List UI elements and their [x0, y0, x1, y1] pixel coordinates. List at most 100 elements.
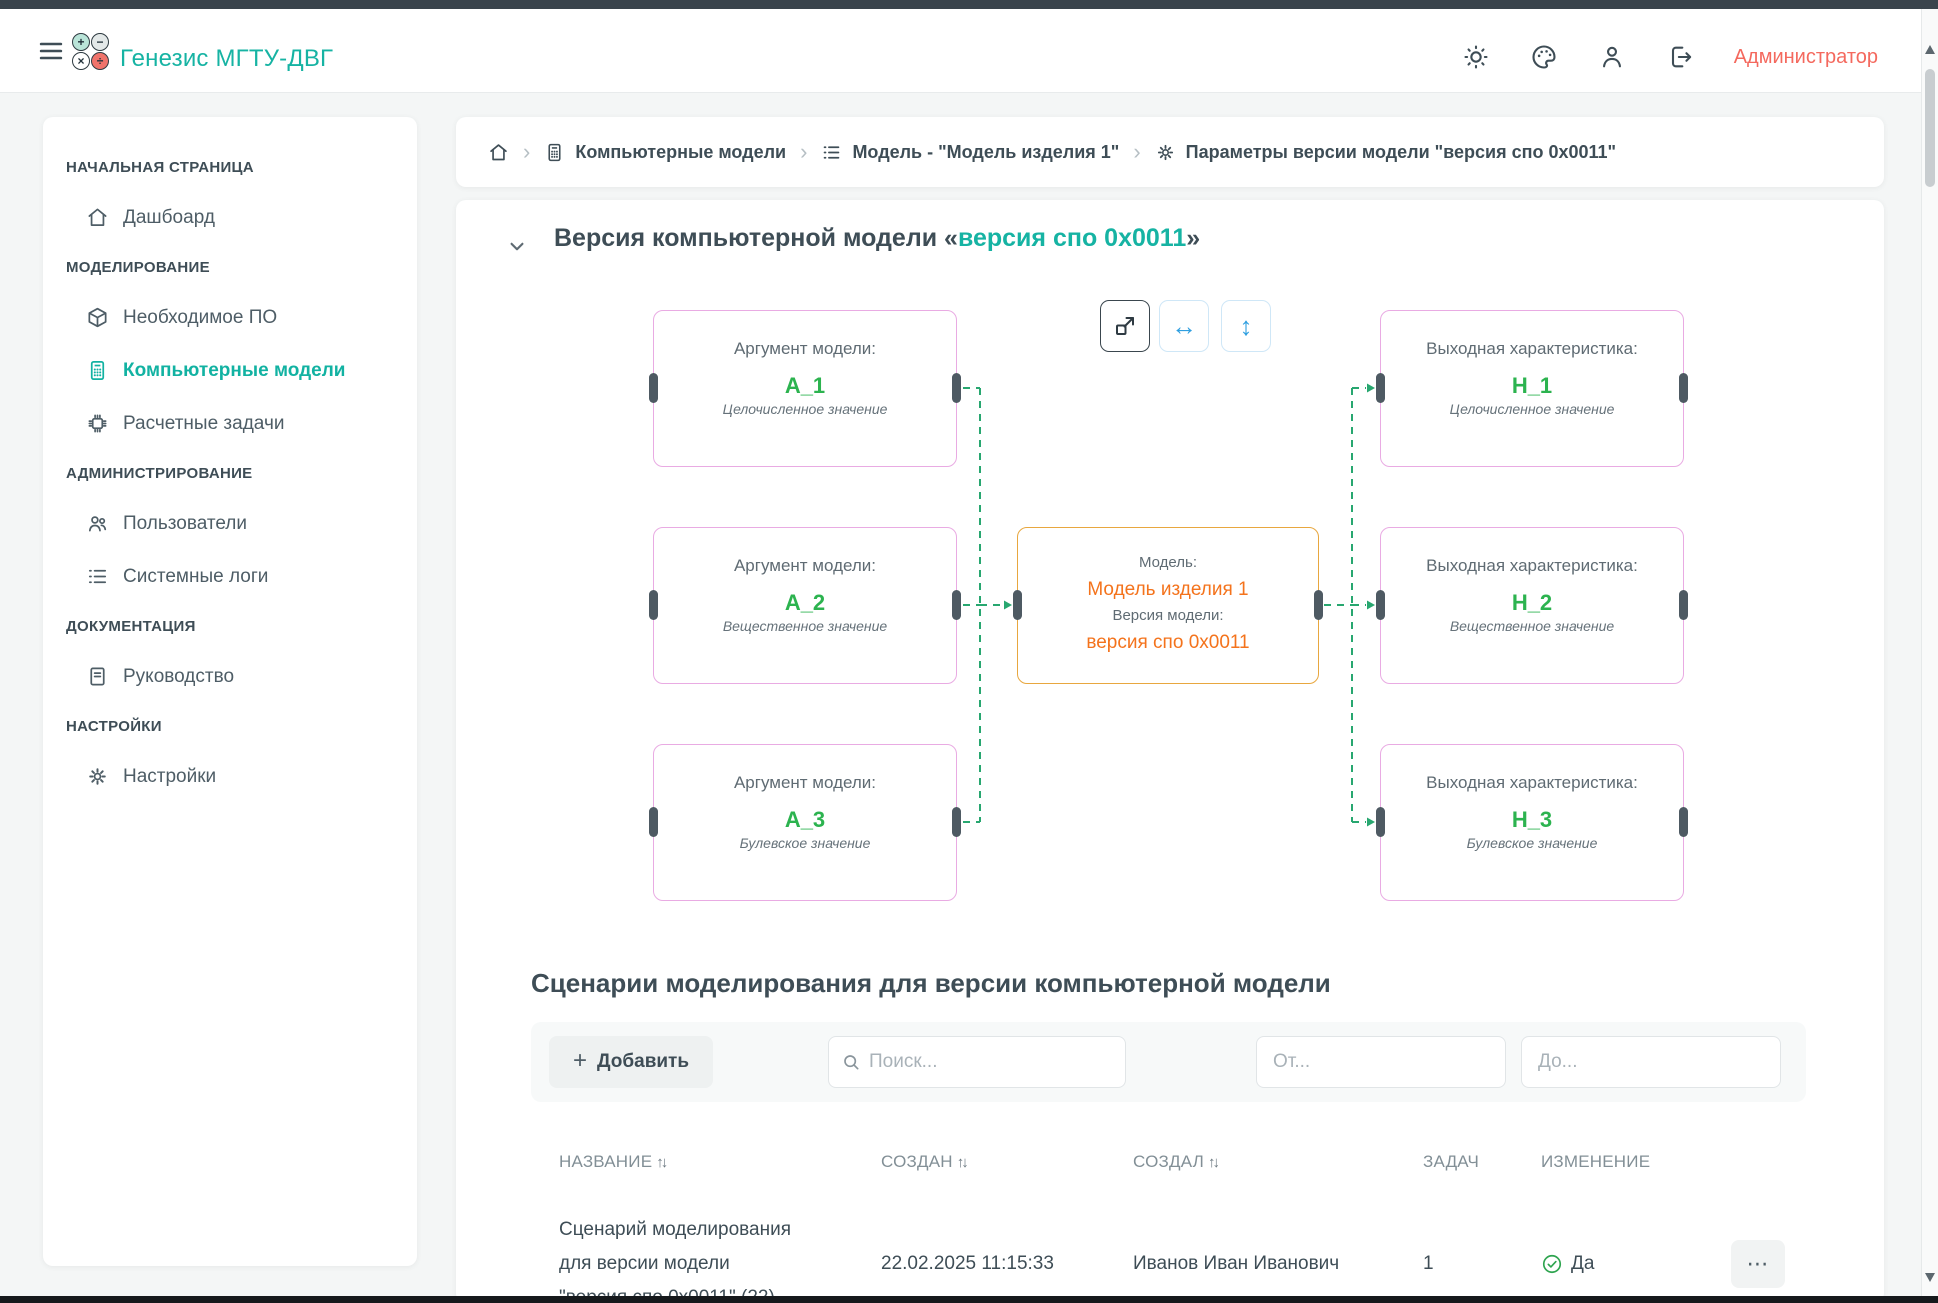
page-title: Версия компьютерной модели «версия спо 0…: [554, 224, 1200, 253]
table-row[interactable]: Сценарий моделирования для версии модели…: [559, 1208, 1806, 1303]
sort-icon[interactable]: ↑↓: [656, 1154, 668, 1171]
scenario-name-cell[interactable]: Сценарий моделирования для версии модели…: [559, 1213, 881, 1303]
node-title: Аргумент модели:: [733, 556, 877, 575]
model-name: Модель изделия 1: [1087, 579, 1249, 600]
sort-icon[interactable]: ↑↓: [1208, 1154, 1220, 1171]
sort-icon[interactable]: ↑↓: [957, 1154, 969, 1171]
node-handle-left[interactable]: [1376, 590, 1385, 620]
node-handle-right[interactable]: [952, 590, 961, 620]
node-title: Выходная характеристика:: [1426, 773, 1638, 792]
model-node[interactable]: Модель: Модель изделия 1 Версия модели: …: [1013, 527, 1323, 684]
scenario-changed-cell: Да: [1541, 1253, 1731, 1275]
node-title: Выходная характеристика:: [1426, 339, 1638, 358]
node-handle-left[interactable]: [649, 373, 658, 403]
sidebar-item-dashboard[interactable]: Дашбоард: [86, 206, 417, 229]
fit-view-button[interactable]: [1100, 300, 1150, 352]
app-bar: + − × ÷ Генезис МГТУ-ДВГ Администратор: [0, 9, 1938, 93]
breadcrumb-computer-models[interactable]: Компьютерные модели: [544, 142, 786, 163]
node-handle-right[interactable]: [1314, 590, 1323, 620]
node-type: Булевское значение: [739, 835, 871, 851]
node-handle-right[interactable]: [1679, 590, 1688, 620]
node-handle-left[interactable]: [1013, 590, 1022, 620]
breadcrumb: › Компьютерные модели › Модель - "Модель…: [456, 117, 1884, 187]
chevron-right-icon: ›: [523, 139, 531, 164]
arrow-horizontal-icon: ↔: [1171, 310, 1197, 341]
vertical-scrollbar[interactable]: [1921, 9, 1938, 1296]
chip-icon: [86, 412, 109, 435]
sidebar-item-settings[interactable]: Настройки: [86, 765, 417, 788]
node-handle-left[interactable]: [1376, 373, 1385, 403]
node-handle-left[interactable]: [649, 807, 658, 837]
output-node-h2[interactable]: Выходная характеристика: H_2 Вещественно…: [1376, 527, 1688, 684]
theme-toggle-icon[interactable]: [1462, 43, 1490, 71]
node-type: Целочисленное значение: [1449, 401, 1615, 417]
node-handle-right[interactable]: [952, 807, 961, 837]
node-name: A_3: [784, 807, 826, 832]
users-icon: [86, 512, 109, 535]
breadcrumb-model[interactable]: Модель - "Модель изделия 1": [821, 142, 1119, 163]
node-handle-right[interactable]: [1679, 807, 1688, 837]
node-name: H_1: [1511, 373, 1553, 398]
scenario-actions-cell: ⋯: [1731, 1240, 1806, 1288]
node-handle-right[interactable]: [1679, 373, 1688, 403]
logo-minus-symbol: −: [91, 33, 109, 51]
date-to-input[interactable]: [1521, 1036, 1781, 1088]
output-node-h3[interactable]: Выходная характеристика: H_3 Булевское з…: [1376, 744, 1688, 901]
user-icon[interactable]: [1598, 43, 1626, 71]
date-from-input[interactable]: [1256, 1036, 1506, 1088]
window-top-strip: [0, 0, 1938, 9]
row-actions-button[interactable]: ⋯: [1731, 1240, 1785, 1288]
sidebar-item-required-software[interactable]: Необходимое ПО: [86, 306, 417, 329]
sidebar-item-label: Необходимое ПО: [123, 306, 278, 328]
sidebar-item-compute-tasks[interactable]: Расчетные задачи: [86, 412, 417, 435]
node-title: Выходная характеристика:: [1426, 556, 1638, 575]
add-scenario-button[interactable]: + Добавить: [549, 1036, 714, 1088]
sidebar-item-users[interactable]: Пользователи: [86, 512, 417, 535]
diagram-canvas[interactable]: ↔ ↕ Аргумент модели: A_1 Целочисленное з…: [456, 278, 1884, 968]
sidebar-item-manual[interactable]: Руководство: [86, 665, 417, 688]
argument-node-a1[interactable]: Аргумент модели: A_1 Целочисленное значе…: [649, 310, 961, 467]
argument-node-a2[interactable]: Аргумент модели: A_2 Вещественное значен…: [649, 527, 961, 684]
sidebar-item-computer-models[interactable]: Компьютерные модели: [86, 359, 417, 382]
node-handle-left[interactable]: [1376, 807, 1385, 837]
sidebar-section-administration: АДМИНИСТРИРОВАНИЕ: [66, 465, 253, 482]
sidebar-item-label: Системные логи: [123, 565, 269, 587]
scroll-down-icon[interactable]: [1925, 1273, 1935, 1282]
node-handle-left[interactable]: [649, 590, 658, 620]
output-node-h1[interactable]: Выходная характеристика: H_1 Целочисленн…: [1376, 310, 1688, 467]
node-title: Аргумент модели:: [733, 773, 877, 792]
breadcrumb-home[interactable]: [488, 142, 509, 163]
stretch-horizontal-button[interactable]: ↔: [1159, 300, 1209, 352]
app-title: Генезис МГТУ-ДВГ: [120, 45, 334, 72]
scroll-up-icon[interactable]: [1925, 45, 1935, 54]
breadcrumb-label: Параметры версии модели "версия спо 0x00…: [1185, 141, 1617, 162]
node-handle-right[interactable]: [952, 373, 961, 403]
column-header-created[interactable]: СОЗДАН ↑↓: [881, 1152, 1133, 1172]
collapse-chevron-icon[interactable]: [504, 233, 530, 259]
breadcrumb-version-params[interactable]: Параметры версии модели "версия спо 0x00…: [1155, 142, 1616, 163]
column-header-name[interactable]: НАЗВАНИЕ ↑↓: [559, 1152, 881, 1172]
search-input[interactable]: [869, 1051, 1113, 1073]
stretch-vertical-button[interactable]: ↕: [1221, 300, 1271, 352]
column-header-author[interactable]: СОЗДАЛ ↑↓: [1133, 1152, 1423, 1172]
column-label: СОЗДАН: [881, 1152, 953, 1171]
page-title-suffix: »: [1186, 224, 1201, 252]
gear-icon: [1155, 142, 1176, 163]
user-role-label[interactable]: Администратор: [1734, 46, 1878, 69]
logout-icon[interactable]: [1666, 43, 1694, 71]
palette-icon[interactable]: [1530, 43, 1558, 71]
model-version-value: версия спо 0x0011: [1086, 632, 1250, 653]
search-field[interactable]: [828, 1036, 1126, 1088]
main-panel: Версия компьютерной модели «версия спо 0…: [456, 200, 1884, 1303]
add-button-label: Добавить: [597, 1051, 690, 1072]
sidebar-item-label: Компьютерные модели: [123, 359, 346, 381]
scenario-name-line: для версии модели: [559, 1253, 730, 1274]
breadcrumb-label: Компьютерные модели: [575, 141, 787, 162]
sidebar-item-system-logs[interactable]: Системные логи: [86, 565, 417, 588]
scrollbar-thumb[interactable]: [1925, 69, 1935, 187]
hamburger-menu-icon[interactable]: [37, 37, 65, 65]
page-title-version: версия спо 0x0011: [957, 224, 1187, 252]
column-label: НАЗВАНИЕ: [559, 1152, 653, 1171]
scenario-changed-label: Да: [1571, 1253, 1595, 1274]
argument-node-a3[interactable]: Аргумент модели: A_3 Булевское значение: [649, 744, 961, 901]
